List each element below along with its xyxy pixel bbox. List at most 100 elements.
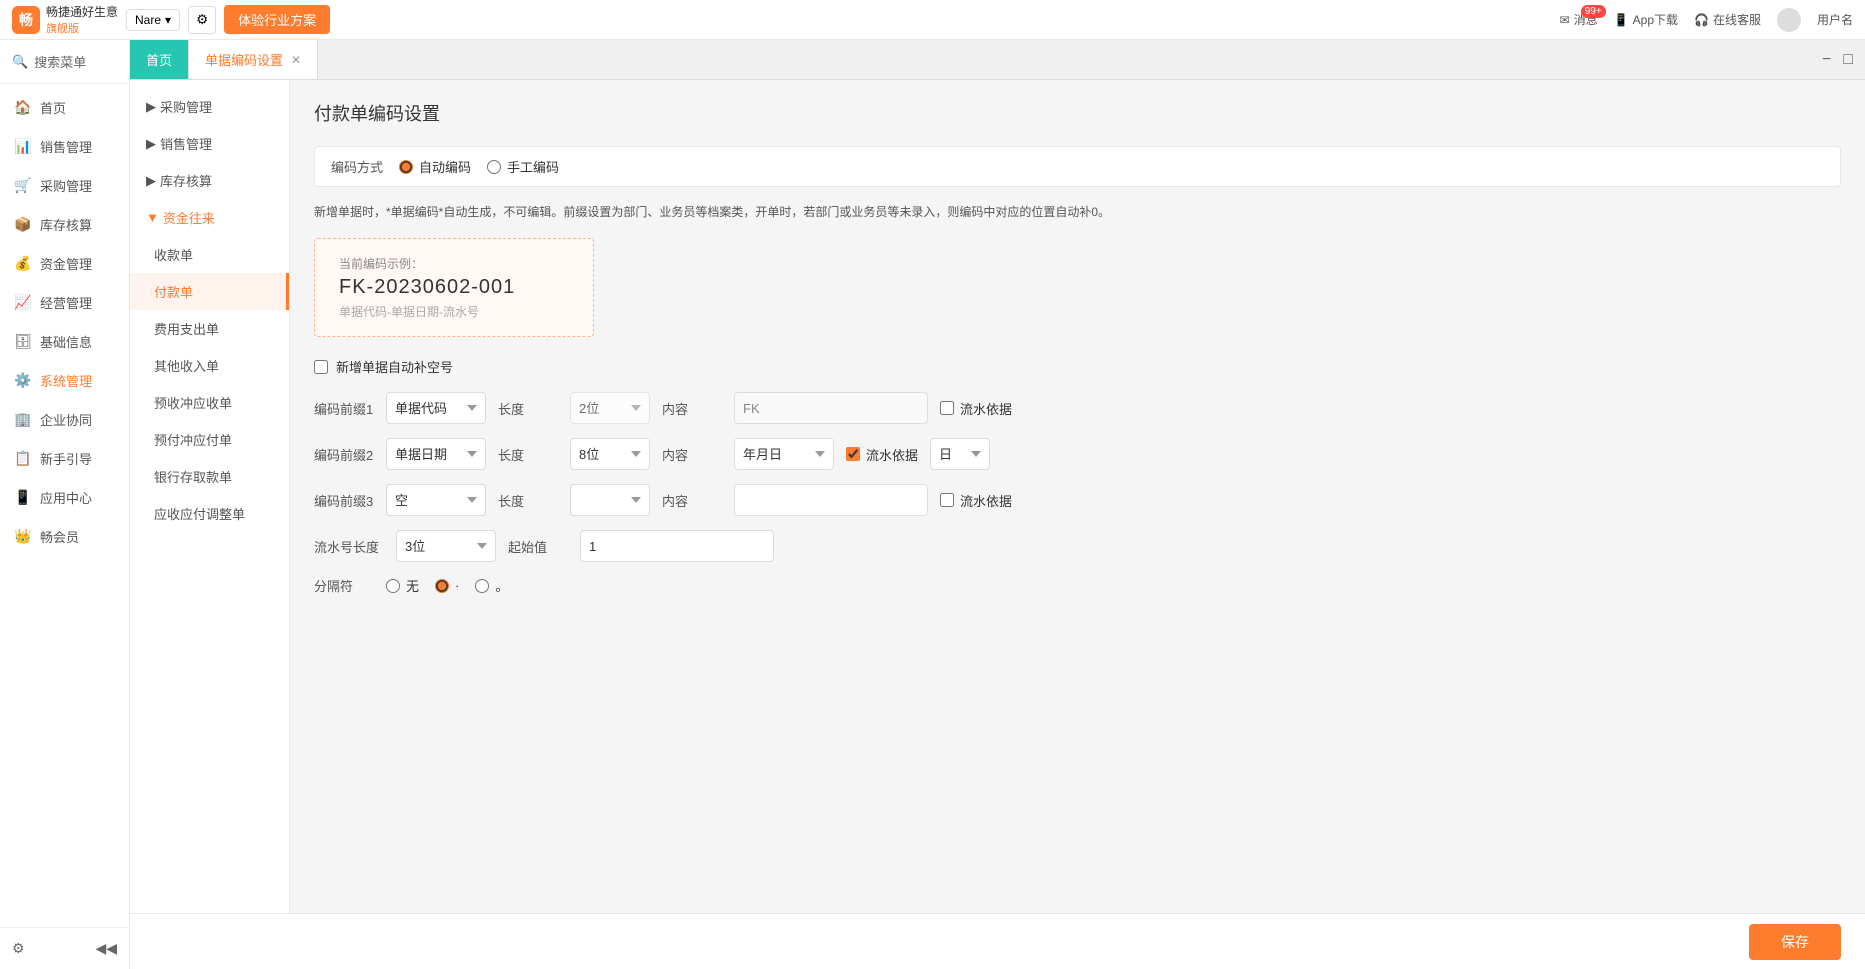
prefix1-select[interactable]: 单据代码 — [386, 392, 486, 424]
chevron-right-icon: ▶ — [146, 99, 156, 115]
encoding-method-section: 编码方式 自动编码 手工编码 — [314, 146, 1841, 187]
close-tab-icon[interactable]: ✕ — [291, 53, 301, 67]
separator-none-input[interactable] — [386, 579, 400, 593]
settings-gear-btn[interactable]: ⚙ — [8, 936, 29, 961]
service-label: 在线客服 — [1713, 11, 1761, 28]
auto-encode-radio[interactable]: 自动编码 — [399, 157, 471, 176]
header-right: ✉ 消息 99+ 📱 App下载 🎧 在线客服 用户名 — [1560, 8, 1853, 32]
separator-none-radio[interactable]: 无 — [386, 576, 419, 595]
sub-item-payment[interactable]: 付款单 — [130, 273, 289, 310]
sub-item-bank-deposit[interactable]: 银行存取款单 — [130, 458, 289, 495]
content2-select[interactable]: 年月日 — [734, 438, 834, 470]
stream-period-select[interactable]: 日 月 年 — [930, 438, 990, 470]
separator-dot-radio[interactable]: · — [435, 578, 459, 593]
sidebar-item-base[interactable]: 🗄 基础信息 — [0, 322, 129, 361]
trial-button[interactable]: 体验行业方案 — [224, 5, 330, 34]
auto-fill-label: 新增单据自动补空号 — [336, 357, 453, 376]
collapse-btn[interactable]: ◀◀ — [91, 936, 121, 961]
manual-encode-input[interactable] — [487, 160, 501, 174]
sidebar-item-finance[interactable]: 💰 资金管理 — [0, 244, 129, 283]
tab-encoding-label: 单据编码设置 — [205, 50, 283, 69]
sub-group-label: 库存核算 — [160, 171, 212, 190]
search-menu-btn[interactable]: 🔍 搜索菜单 — [8, 48, 121, 75]
stream3-checkbox[interactable] — [940, 493, 954, 507]
sub-group-label: 资金往来 — [163, 208, 215, 227]
sidebar-item-member[interactable]: 👑 畅会员 — [0, 517, 129, 556]
sidebar-item-inventory[interactable]: 📦 库存核算 — [0, 205, 129, 244]
manual-encode-radio[interactable]: 手工编码 — [487, 157, 559, 176]
brand-icon: 畅 — [12, 6, 40, 34]
save-button[interactable]: 保存 — [1749, 924, 1841, 960]
main-layout: 🔍 搜索菜单 🏠 首页 📊 销售管理 🛒 采购管理 📦 库存核算 💰 — [0, 40, 1865, 969]
sidebar-item-sales[interactable]: 📊 销售管理 — [0, 127, 129, 166]
company-dropdown[interactable]: Nare ▾ — [126, 9, 180, 31]
sub-group-sales[interactable]: ▶ 销售管理 — [130, 125, 289, 162]
sub-group-capital[interactable]: ▼ 资金往来 — [130, 199, 289, 236]
content-area: 首页 单据编码设置 ✕ − □ ▶ 采购管理 ▶ 销售管理 — [130, 40, 1865, 969]
tab-home[interactable]: 首页 — [130, 40, 189, 79]
app-download-btn[interactable]: 📱 App下载 — [1614, 11, 1678, 28]
sidebar-item-operations[interactable]: 📈 经营管理 — [0, 283, 129, 322]
length1-select[interactable]: 2位 — [570, 392, 650, 424]
example-value: FK-20230602-001 — [339, 276, 569, 299]
sidebar-item-label: 畅会员 — [40, 527, 79, 546]
encoding-method-label: 编码方式 — [331, 157, 383, 176]
online-service-btn[interactable]: 🎧 在线客服 — [1694, 11, 1761, 28]
sub-item-prepay-receivable[interactable]: 预收冲应收单 — [130, 384, 289, 421]
apps-icon: 📱 — [14, 489, 32, 507]
sidebar-item-home[interactable]: 🏠 首页 — [0, 88, 129, 127]
sub-item-expense[interactable]: 费用支出单 — [130, 310, 289, 347]
settings-button[interactable]: ⚙ — [188, 6, 216, 34]
sidebar: 🔍 搜索菜单 🏠 首页 📊 销售管理 🛒 采购管理 📦 库存核算 💰 — [0, 40, 130, 969]
length2-select[interactable]: 8位 — [570, 438, 650, 470]
chevron-right-icon: ▶ — [146, 136, 156, 152]
sidebar-item-guide[interactable]: 📋 新手引导 — [0, 439, 129, 478]
sidebar-item-purchase[interactable]: 🛒 采购管理 — [0, 166, 129, 205]
sub-group-label: 销售管理 — [160, 134, 212, 153]
sidebar-item-apps[interactable]: 📱 应用中心 — [0, 478, 129, 517]
stream3-checkbox-wrap: 流水依据 — [940, 491, 1012, 510]
separator-dot-label: · — [455, 578, 459, 593]
prefix-row-3: 编码前缀3 空 长度 内容 — [314, 484, 1841, 516]
sidebar-item-enterprise[interactable]: 🏢 企业协同 — [0, 400, 129, 439]
sub-group-inventory[interactable]: ▶ 库存核算 — [130, 162, 289, 199]
separator-dash-radio[interactable]: 。 — [475, 576, 508, 595]
minimize-btn[interactable]: − — [1818, 47, 1835, 73]
company-name: Nare — [135, 13, 161, 27]
length3-select[interactable] — [570, 484, 650, 516]
home-icon: 🏠 — [14, 99, 32, 117]
separator-dash-input[interactable] — [475, 579, 489, 593]
separator-row: 分隔符 无 · 。 — [314, 576, 1841, 595]
separator-dot-input[interactable] — [435, 579, 449, 593]
sub-item-receipt[interactable]: 收款单 — [130, 236, 289, 273]
sub-item-other-income[interactable]: 其他收入单 — [130, 347, 289, 384]
gear-icon: ⚙ — [196, 12, 208, 28]
stream-number-select[interactable]: 3位 4位 5位 — [396, 530, 496, 562]
sidebar-item-label: 基础信息 — [40, 332, 92, 351]
stream1-checkbox[interactable] — [940, 401, 954, 415]
sub-group-purchase[interactable]: ▶ 采购管理 — [130, 88, 289, 125]
prefix2-select[interactable]: 单据日期 — [386, 438, 486, 470]
stream-number-select-wrap: 3位 4位 5位 — [396, 530, 496, 562]
sales-icon: 📊 — [14, 138, 32, 156]
message-btn[interactable]: ✉ 消息 99+ — [1560, 11, 1598, 28]
tab-encoding-settings[interactable]: 单据编码设置 ✕ — [189, 40, 318, 79]
sidebar-item-system[interactable]: ⚙️ 系统管理 — [0, 361, 129, 400]
encoding-radio-group: 自动编码 手工编码 — [399, 157, 559, 176]
tab-actions: − □ — [1818, 47, 1865, 73]
start-value-input[interactable] — [580, 530, 774, 562]
stream-number-row: 流水号长度 3位 4位 5位 起始值 — [314, 530, 1841, 562]
user-avatar — [1777, 8, 1801, 32]
auto-encode-input[interactable] — [399, 160, 413, 174]
maximize-btn[interactable]: □ — [1839, 47, 1857, 73]
sub-item-adjustment[interactable]: 应收应付调整单 — [130, 495, 289, 532]
auto-fill-checkbox[interactable] — [314, 360, 328, 374]
content3-input[interactable] — [734, 484, 928, 516]
prefix1-select-wrap: 单据代码 — [386, 392, 486, 424]
prefix3-select[interactable]: 空 — [386, 484, 486, 516]
sub-item-prepay-payable[interactable]: 预付冲应付单 — [130, 421, 289, 458]
sidebar-item-label: 资金管理 — [40, 254, 92, 273]
content2-select-wrap: 年月日 — [734, 438, 834, 470]
stream2-checkbox[interactable] — [846, 447, 860, 461]
chevron-down-icon: ▼ — [146, 210, 159, 225]
